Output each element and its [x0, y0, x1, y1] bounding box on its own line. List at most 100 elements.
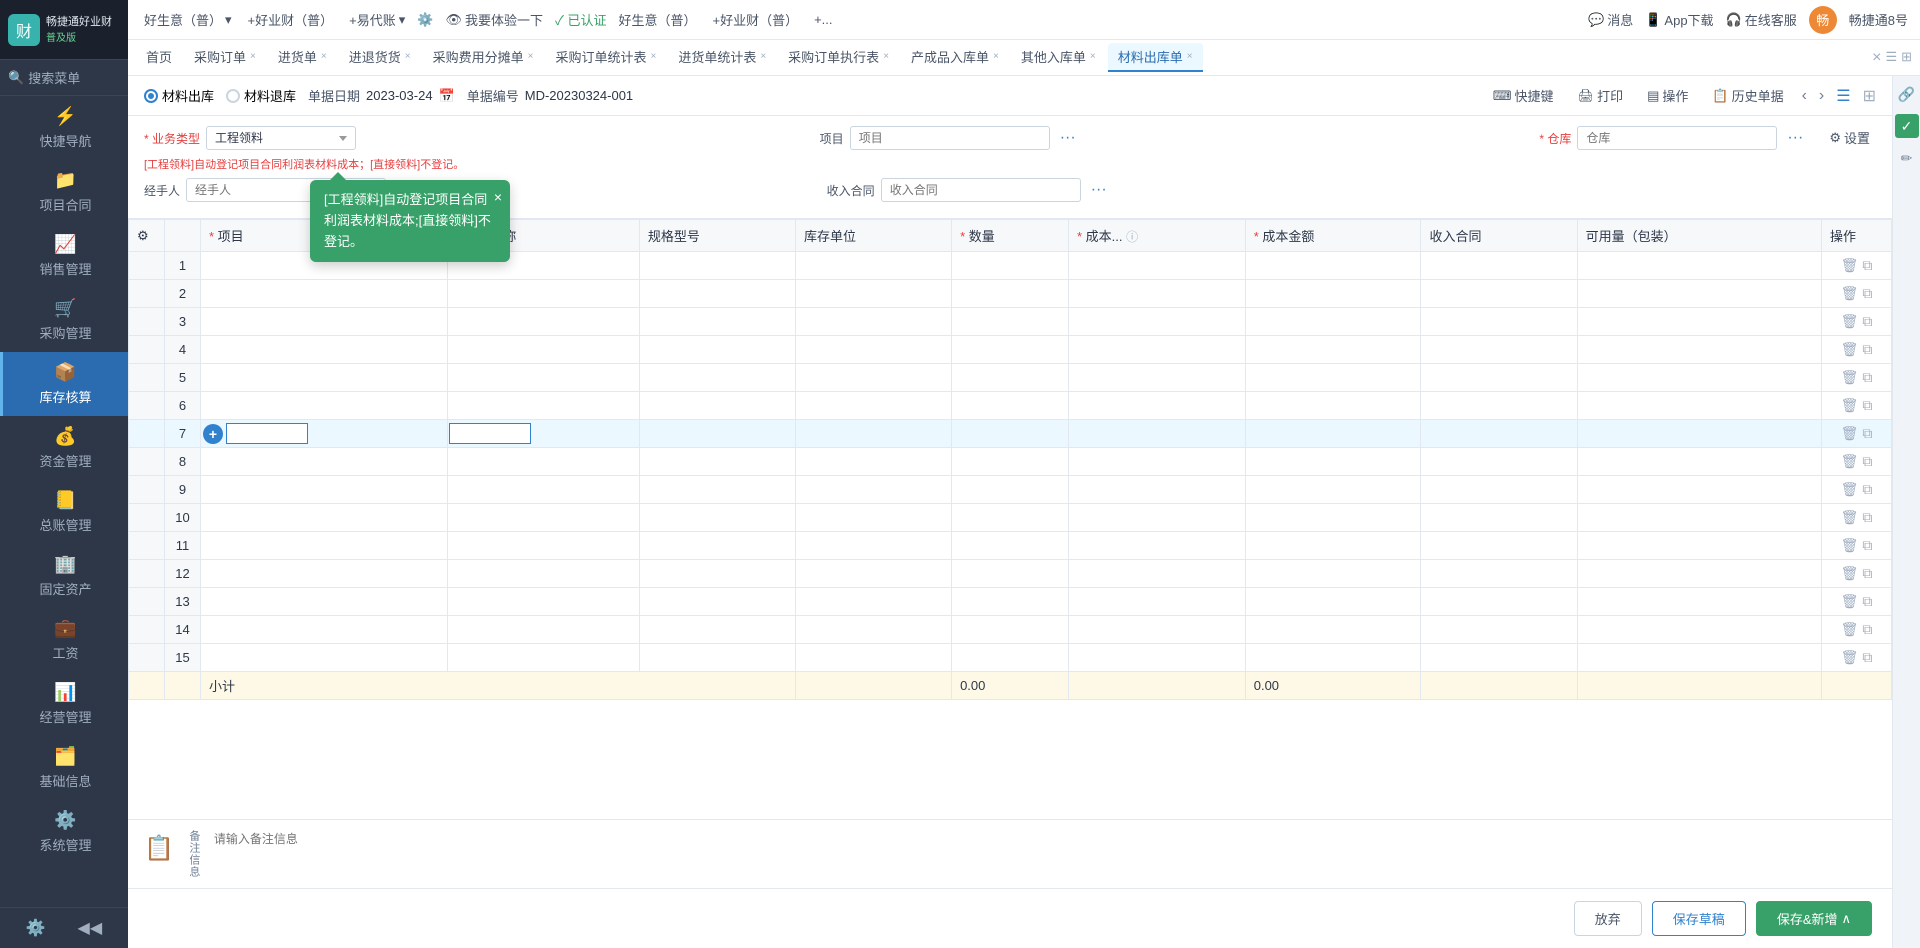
tab-close-10[interactable]: ×	[1187, 51, 1193, 62]
row-unit-10[interactable]	[795, 504, 951, 532]
sidebar-item-ops[interactable]: 📊 经营管理	[0, 672, 128, 736]
row-qty-10[interactable]	[952, 504, 1069, 532]
layout-list-btn[interactable]: ☰	[1836, 86, 1850, 106]
warehouse-input[interactable]	[1577, 126, 1777, 150]
row-material-3[interactable]	[447, 308, 639, 336]
row-cost-amount-8[interactable]	[1245, 448, 1421, 476]
business-type-select[interactable]: 工程领料 直接领料	[206, 126, 356, 150]
sidebar-item-quicknav[interactable]: ⚡ 快捷导航	[0, 96, 128, 160]
row-project-input-7[interactable]	[227, 424, 307, 443]
right-link-icon[interactable]: 🔗	[1895, 82, 1919, 106]
topbar-more1[interactable]: 好生意（普）	[614, 8, 700, 31]
row-cost-amount-10[interactable]	[1245, 504, 1421, 532]
row-project-13[interactable]	[201, 588, 448, 616]
row-available-9[interactable]	[1577, 476, 1821, 504]
row-cost-amount-12[interactable]	[1245, 560, 1421, 588]
row-material-11[interactable]	[447, 532, 639, 560]
sidebar-item-ledger[interactable]: 📒 总账管理	[0, 480, 128, 544]
tab-1[interactable]: 采购订单×	[184, 43, 266, 72]
row-project-12[interactable]	[201, 560, 448, 588]
row-unit-3[interactable]	[795, 308, 951, 336]
layout-grid-icon[interactable]: ⊞	[1901, 49, 1912, 67]
col-settings-header[interactable]: ⚙	[129, 220, 165, 252]
row-cost-amount-11[interactable]	[1245, 532, 1421, 560]
row-delete-8[interactable]: 🗑	[1841, 453, 1859, 470]
calendar-icon[interactable]: 📅	[439, 88, 455, 104]
row-spec-10[interactable]	[639, 504, 795, 532]
row-income-4[interactable]	[1421, 336, 1577, 364]
row-project-11[interactable]	[201, 532, 448, 560]
row-cost-12[interactable]	[1068, 560, 1245, 588]
row-cost-amount-13[interactable]	[1245, 588, 1421, 616]
row-cost-amount-1[interactable]	[1245, 252, 1421, 280]
row-copy-5[interactable]: ⧉	[1862, 369, 1872, 386]
row-project-8[interactable]	[201, 448, 448, 476]
row-spec-3[interactable]	[639, 308, 795, 336]
row-unit-7[interactable]	[795, 420, 951, 448]
tab-close-4[interactable]: ×	[528, 51, 534, 62]
row-qty-11[interactable]	[952, 532, 1069, 560]
row-delete-15[interactable]: 🗑	[1841, 649, 1859, 666]
row-copy-9[interactable]: ⧉	[1862, 481, 1872, 498]
layout-grid-btn[interactable]: ⊞	[1863, 86, 1876, 106]
row-project-2[interactable]	[201, 280, 448, 308]
tab-close-9[interactable]: ×	[1090, 51, 1096, 62]
right-check-icon[interactable]: ✏	[1895, 146, 1919, 170]
tab-close-7[interactable]: ×	[883, 51, 889, 62]
row-material-14[interactable]	[447, 616, 639, 644]
sidebar-item-purchase[interactable]: 🛒 采购管理	[0, 288, 128, 352]
row-income-13[interactable]	[1421, 588, 1577, 616]
row-material-13[interactable]	[447, 588, 639, 616]
row-cost-11[interactable]	[1068, 532, 1245, 560]
tooltip-close-btn[interactable]: ×	[494, 186, 502, 208]
row-copy-14[interactable]: ⧉	[1862, 621, 1872, 638]
row-available-13[interactable]	[1577, 588, 1821, 616]
sidebar-item-sales[interactable]: 📈 销售管理	[0, 224, 128, 288]
row-income-15[interactable]	[1421, 644, 1577, 672]
row-spec-1[interactable]	[639, 252, 795, 280]
row-unit-1[interactable]	[795, 252, 951, 280]
row-unit-9[interactable]	[795, 476, 951, 504]
row-delete-6[interactable]: 🗑	[1841, 397, 1859, 414]
add-row-btn[interactable]: +	[203, 424, 223, 444]
row-income-12[interactable]	[1421, 560, 1577, 588]
tab-3[interactable]: 进退货货×	[339, 43, 421, 72]
row-unit-5[interactable]	[795, 364, 951, 392]
sidebar-item-fixedasset[interactable]: 🏢 固定资产	[0, 544, 128, 608]
row-cost-amount-5[interactable]	[1245, 364, 1421, 392]
warehouse-dots[interactable]: ···	[1787, 129, 1803, 147]
sidebar-search[interactable]: 🔍 搜索菜单	[0, 60, 128, 96]
row-material-8[interactable]	[447, 448, 639, 476]
save-draft-button[interactable]: 保存草稿	[1652, 901, 1746, 936]
radio-material-return[interactable]: 材料退库	[226, 86, 296, 105]
tab-6[interactable]: 进货单统计表×	[668, 43, 776, 72]
sidebar-item-salary[interactable]: 💼 工资	[0, 608, 128, 672]
row-cost-5[interactable]	[1068, 364, 1245, 392]
row-available-12[interactable]	[1577, 560, 1821, 588]
row-delete-10[interactable]: 🗑	[1841, 509, 1859, 526]
row-available-15[interactable]	[1577, 644, 1821, 672]
row-project-3[interactable]	[201, 308, 448, 336]
row-spec-11[interactable]	[639, 532, 795, 560]
tab-close-2[interactable]: ×	[321, 51, 327, 62]
row-cost-amount-3[interactable]	[1245, 308, 1421, 336]
row-available-1[interactable]	[1577, 252, 1821, 280]
row-qty-13[interactable]	[952, 588, 1069, 616]
row-project-4[interactable]	[201, 336, 448, 364]
row-qty-8[interactable]	[952, 448, 1069, 476]
row-delete-12[interactable]: 🗑	[1841, 565, 1859, 582]
row-available-3[interactable]	[1577, 308, 1821, 336]
row-spec-9[interactable]	[639, 476, 795, 504]
topbar-good-business[interactable]: 好生意（普） ▾	[140, 8, 236, 31]
right-edit-icon[interactable]: ✓	[1895, 114, 1919, 138]
layout-list-icon[interactable]: ☰	[1885, 49, 1897, 67]
date-value[interactable]: 2023-03-24	[366, 88, 433, 103]
row-cost-9[interactable]	[1068, 476, 1245, 504]
row-unit-11[interactable]	[795, 532, 951, 560]
row-unit-13[interactable]	[795, 588, 951, 616]
row-available-8[interactable]	[1577, 448, 1821, 476]
tab-5[interactable]: 采购订单统计表×	[545, 43, 666, 72]
row-cost-amount-9[interactable]	[1245, 476, 1421, 504]
shortcut-key-btn[interactable]: ⌨ 快捷键	[1487, 84, 1560, 107]
save-new-button[interactable]: 保存&新增 ∧	[1756, 901, 1872, 936]
